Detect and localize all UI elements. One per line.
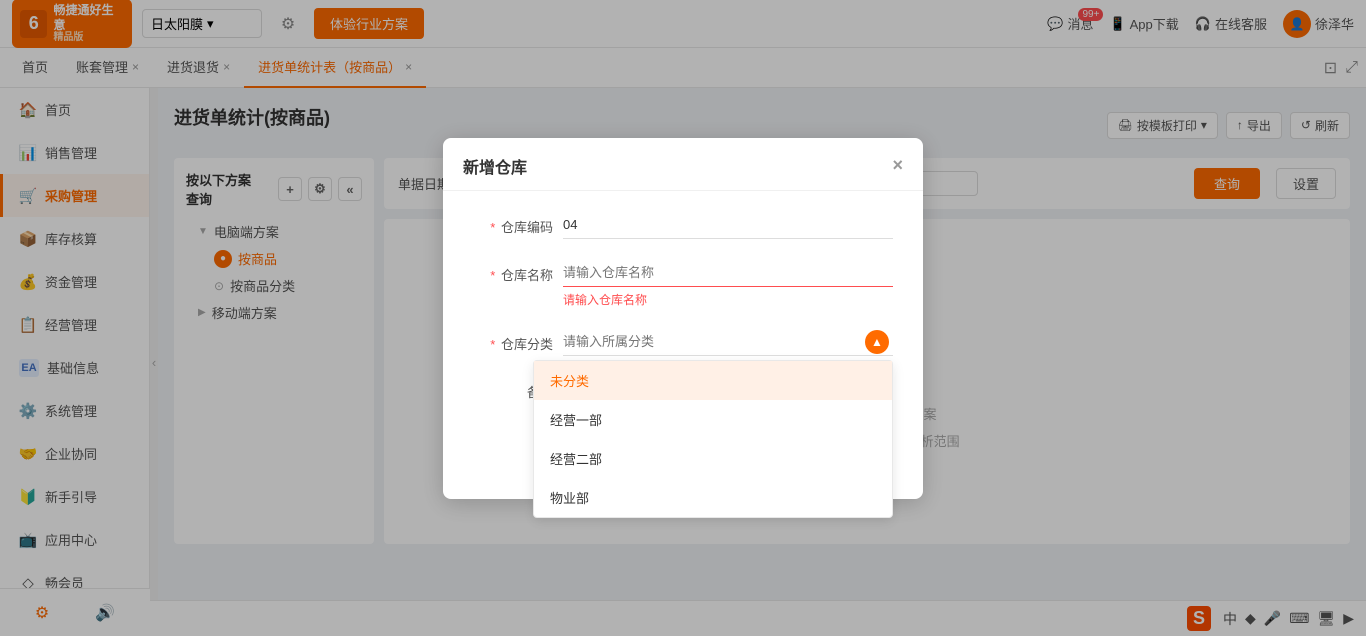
category-input[interactable]	[563, 328, 893, 356]
category-label: * 仓库分类	[473, 328, 553, 353]
dropdown-item-unclassified[interactable]: 未分类	[534, 361, 892, 400]
warehouse-category-row: * 仓库分类 ▲ 未分类 经营一部 经营二部 物业部	[473, 328, 893, 356]
warehouse-code-row: * 仓库编码	[473, 211, 893, 239]
code-field	[563, 211, 893, 239]
name-input[interactable]	[563, 259, 893, 287]
code-label: * 仓库编码	[473, 211, 553, 236]
name-field: 请输入仓库名称	[563, 259, 893, 308]
category-dropdown: 未分类 经营一部 经营二部 物业部	[533, 360, 893, 518]
modal-body: * 仓库编码 * 仓库名称 请输入仓库名称	[443, 191, 923, 444]
dropdown-item-dept1[interactable]: 经营一部	[534, 400, 892, 439]
code-input[interactable]	[563, 211, 893, 239]
name-label: * 仓库名称	[473, 259, 553, 284]
modal-overlay: 新增仓库 × * 仓库编码 * 仓库名称	[0, 0, 1366, 636]
dropdown-item-property[interactable]: 物业部	[534, 478, 892, 517]
dropdown-item-dept2[interactable]: 经营二部	[534, 439, 892, 478]
modal-title: 新增仓库	[463, 154, 527, 178]
modal-close-button[interactable]: ×	[892, 155, 903, 176]
category-toggle-button[interactable]: ▲	[865, 330, 889, 354]
new-warehouse-modal: 新增仓库 × * 仓库编码 * 仓库名称	[443, 138, 923, 499]
warehouse-name-row: * 仓库名称 请输入仓库名称	[473, 259, 893, 308]
category-select-wrapper: ▲	[563, 328, 893, 356]
name-error-message: 请输入仓库名称	[563, 291, 893, 308]
category-field: ▲ 未分类 经营一部 经营二部 物业部	[563, 328, 893, 356]
modal-header: 新增仓库 ×	[443, 138, 923, 191]
